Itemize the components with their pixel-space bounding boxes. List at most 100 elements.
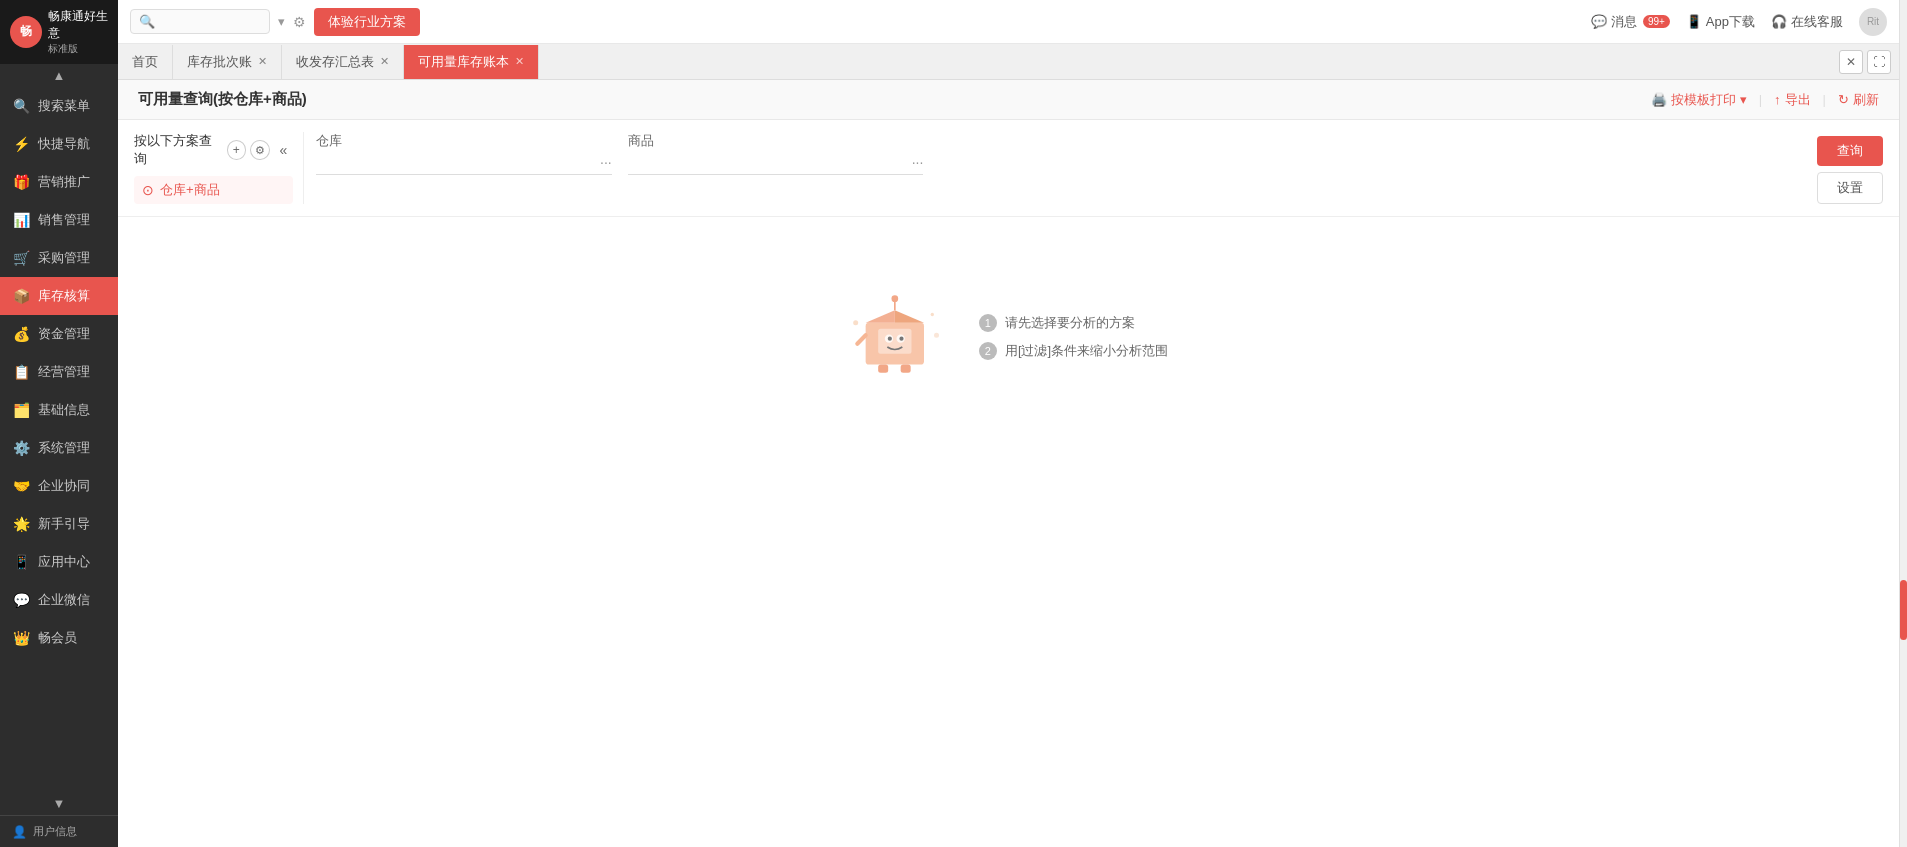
- scrollbar-thumb[interactable]: [1900, 580, 1907, 640]
- sidebar-item-label: 基础信息: [38, 401, 90, 419]
- svg-point-13: [934, 333, 939, 338]
- online-service-label: 在线客服: [1791, 13, 1843, 31]
- sidebar-item-enterprise[interactable]: 🤝 企业协同: [0, 467, 118, 505]
- sidebar-item-system[interactable]: ⚙️ 系统管理: [0, 429, 118, 467]
- tab-summary-close[interactable]: ✕: [380, 55, 389, 68]
- chevron-down-icon[interactable]: ▾: [1740, 92, 1747, 107]
- refresh-icon: ↻: [1838, 92, 1849, 107]
- goods-dots[interactable]: ···: [912, 154, 924, 170]
- svg-rect-6: [878, 365, 888, 373]
- empty-hints: 1 请先选择要分析的方案 2 用[过滤]条件来缩小分析范围: [979, 314, 1168, 360]
- folder-icon: 🗂️: [12, 402, 30, 418]
- sidebar-item-sales[interactable]: 📊 销售管理: [0, 201, 118, 239]
- sidebar-item-nav[interactable]: ⚡ 快捷导航: [0, 125, 118, 163]
- trial-button[interactable]: 体验行业方案: [314, 8, 420, 36]
- tab-summary[interactable]: 收发存汇总表 ✕: [282, 45, 404, 79]
- tab-close-button[interactable]: ✕: [1839, 50, 1863, 74]
- hint-2-number: 2: [979, 342, 997, 360]
- filter-scheme-header: 按以下方案查询 + ⚙ «: [134, 132, 293, 168]
- gear-icon[interactable]: ⚙: [293, 14, 306, 30]
- page-header-actions: 🖨️ 按模板打印 ▾ | ↑ 导出 | ↻ 刷新: [1651, 91, 1879, 109]
- tab-batch-label: 库存批次账: [187, 53, 252, 71]
- chevron-down-icon[interactable]: ▾: [278, 14, 285, 29]
- query-button[interactable]: 查询: [1817, 136, 1883, 166]
- hint-item-2: 2 用[过滤]条件来缩小分析范围: [979, 342, 1168, 360]
- sidebar-item-label: 快捷导航: [38, 135, 90, 153]
- app-download-action[interactable]: 📱 App下载: [1686, 13, 1755, 31]
- avatar[interactable]: Rit: [1859, 8, 1887, 36]
- sidebar-scroll-up[interactable]: ▲: [0, 64, 118, 87]
- sidebar-item-label: 销售管理: [38, 211, 90, 229]
- scheme-item-warehouse-goods[interactable]: ⊙ 仓库+商品: [134, 176, 293, 204]
- export-icon: ↑: [1774, 92, 1781, 107]
- sidebar-item-basic[interactable]: 🗂️ 基础信息: [0, 391, 118, 429]
- print-icon: 🖨️: [1651, 92, 1667, 107]
- search-input[interactable]: [159, 15, 261, 29]
- warehouse-dots[interactable]: ···: [600, 154, 612, 170]
- sidebar-scroll-down[interactable]: ▼: [0, 792, 118, 815]
- export-action[interactable]: ↑ 导出: [1774, 91, 1811, 109]
- sidebar: 畅 畅康通好生意 标准版 ▲ 🔍 搜索菜单 ⚡ 快捷导航 🎁 营销推广 📊 销售…: [0, 0, 118, 847]
- phone-icon: 📱: [1686, 14, 1702, 29]
- warehouse-input[interactable]: [316, 155, 596, 170]
- sidebar-item-label: 搜索菜单: [38, 97, 90, 115]
- print-action[interactable]: 🖨️ 按模板打印 ▾: [1651, 91, 1747, 109]
- collapse-scheme-button[interactable]: «: [274, 140, 293, 160]
- sidebar-item-member[interactable]: 👑 畅会员: [0, 619, 118, 657]
- filter-field-goods: 商品 ···: [628, 132, 924, 175]
- hint-1-number: 1: [979, 314, 997, 332]
- message-action[interactable]: 💬 消息 99+: [1591, 13, 1670, 31]
- svg-point-12: [931, 313, 934, 316]
- warehouse-label: 仓库: [316, 132, 612, 150]
- sidebar-item-label: 采购管理: [38, 249, 90, 267]
- sidebar-item-marketing[interactable]: 🎁 营销推广: [0, 163, 118, 201]
- topbar-search-box[interactable]: 🔍: [130, 9, 270, 34]
- sidebar-item-inventory[interactable]: 📦 库存核算: [0, 277, 118, 315]
- sidebar-item-finance[interactable]: 💰 资金管理: [0, 315, 118, 353]
- sidebar-item-operation[interactable]: 📋 经营管理: [0, 353, 118, 391]
- search-icon: 🔍: [139, 14, 155, 29]
- empty-illustration: [849, 277, 949, 396]
- refresh-action[interactable]: ↻ 刷新: [1838, 91, 1879, 109]
- sidebar-item-label: 营销推广: [38, 173, 90, 191]
- goods-input[interactable]: [628, 155, 908, 170]
- settings-scheme-button[interactable]: ⚙: [250, 140, 270, 160]
- goods-label: 商品: [628, 132, 924, 150]
- svg-point-10: [891, 295, 898, 302]
- tab-home[interactable]: 首页: [118, 45, 173, 79]
- tabs-bar: 首页 库存批次账 ✕ 收发存汇总表 ✕ 可用量库存账本 ✕ ✕ ⛶: [118, 44, 1899, 80]
- tab-available[interactable]: 可用量库存账本 ✕: [404, 45, 539, 79]
- sidebar-item-label: 企业微信: [38, 591, 90, 609]
- tab-expand-button[interactable]: ⛶: [1867, 50, 1891, 74]
- sidebar-logo: 畅: [10, 16, 42, 48]
- sidebar-footer[interactable]: 👤 用户信息: [0, 815, 118, 847]
- sidebar-item-search[interactable]: 🔍 搜索菜单: [0, 87, 118, 125]
- cart-icon: 🛒: [12, 250, 30, 266]
- scheme-icon: ⊙: [142, 182, 154, 198]
- tab-available-close[interactable]: ✕: [515, 55, 524, 68]
- svg-line-8: [857, 335, 865, 343]
- scheme-label: 按以下方案查询: [134, 132, 223, 168]
- sidebar-item-apps[interactable]: 📱 应用中心: [0, 543, 118, 581]
- avatar-text: Rit: [1867, 16, 1879, 27]
- sidebar-item-purchase[interactable]: 🛒 采购管理: [0, 239, 118, 277]
- online-service-action[interactable]: 🎧 在线客服: [1771, 13, 1843, 31]
- app-download-label: App下载: [1706, 13, 1755, 31]
- sidebar-item-label: 应用中心: [38, 553, 90, 571]
- clipboard-icon: 📋: [12, 364, 30, 380]
- export-label: 导出: [1785, 91, 1811, 109]
- svg-point-11: [853, 320, 858, 325]
- tab-summary-label: 收发存汇总表: [296, 53, 374, 71]
- right-scrollbar[interactable]: [1899, 0, 1907, 847]
- tab-batch[interactable]: 库存批次账 ✕: [173, 45, 282, 79]
- add-scheme-button[interactable]: +: [227, 140, 247, 160]
- sidebar-item-label: 畅会员: [38, 629, 77, 647]
- sidebar-item-label: 系统管理: [38, 439, 90, 457]
- sidebar-item-weixin[interactable]: 💬 企业微信: [0, 581, 118, 619]
- sidebar-item-guide[interactable]: 🌟 新手引导: [0, 505, 118, 543]
- sidebar-scroll: 🔍 搜索菜单 ⚡ 快捷导航 🎁 营销推广 📊 销售管理 🛒 采购管理 📦 库存核…: [0, 87, 118, 792]
- tab-batch-close[interactable]: ✕: [258, 55, 267, 68]
- setting-button[interactable]: 设置: [1817, 172, 1883, 204]
- print-label: 按模板打印: [1671, 91, 1736, 109]
- hint-1-text: 请先选择要分析的方案: [1005, 314, 1135, 332]
